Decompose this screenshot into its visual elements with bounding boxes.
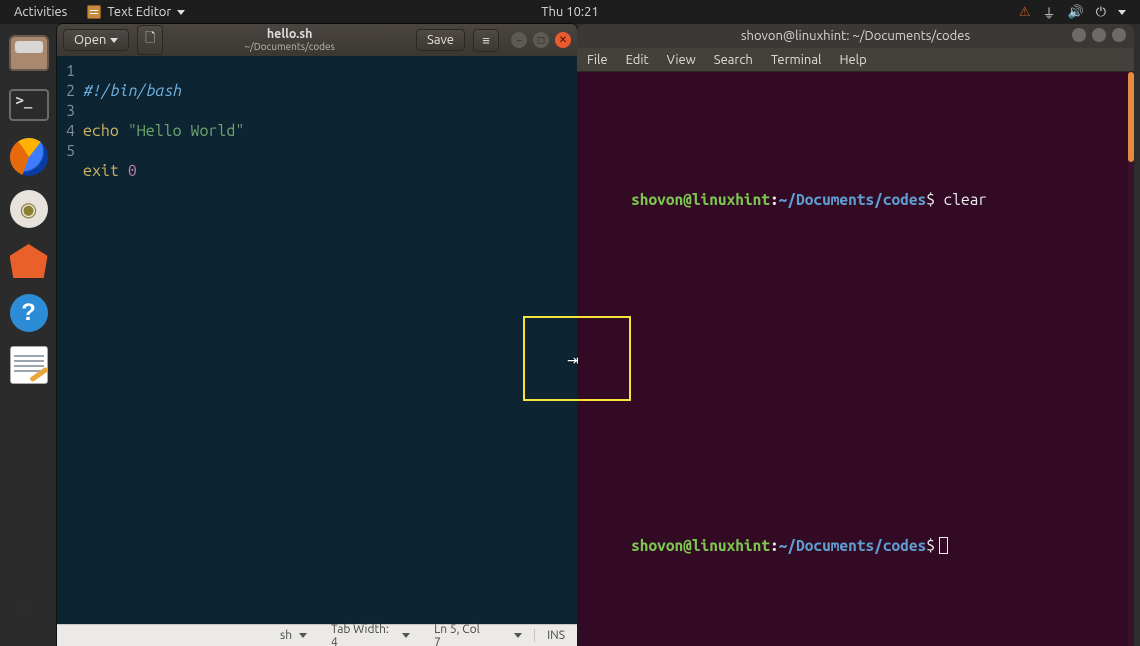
terminal-title: shovon@linuxhint: ~/Documents/codes xyxy=(741,29,970,43)
document-title: hello.sh xyxy=(171,28,408,42)
new-tab-button[interactable]: 🗋 xyxy=(137,25,163,55)
files-icon xyxy=(9,35,49,71)
code-shebang: #!/bin/bash xyxy=(83,82,182,100)
dock-terminal[interactable] xyxy=(8,84,50,126)
maximize-button[interactable]: ◻ xyxy=(533,32,549,48)
volume-icon: 🔊 xyxy=(1068,5,1084,20)
hamburger-icon: ≡ xyxy=(482,33,490,48)
terminal-command: clear xyxy=(944,191,987,208)
power-icon: ⏻ xyxy=(1096,5,1106,20)
dock-help[interactable]: ? xyxy=(8,292,50,334)
prompt-sep: : xyxy=(770,537,779,554)
menu-view[interactable]: View xyxy=(667,53,696,67)
scrollbar-thumb[interactable] xyxy=(1128,72,1134,162)
dock-files[interactable] xyxy=(8,32,50,74)
gnome-top-bar: Activities Text Editor Thu 10:21 ⚠ ⏚ 🔊 ⏻ xyxy=(0,0,1140,24)
app-menu[interactable]: Text Editor xyxy=(81,5,191,19)
line-number-gutter: 1 2 3 4 5 xyxy=(57,56,79,624)
window-controls: – ◻ ✕ xyxy=(511,32,571,48)
dock: ◉ ? xyxy=(0,24,57,646)
menu-edit[interactable]: Edit xyxy=(626,53,649,67)
gedit-window: Open 🗋 hello.sh ~/Documents/codes Save ≡… xyxy=(57,24,577,646)
hamburger-menu-button[interactable]: ≡ xyxy=(473,29,499,52)
prompt-sep: : xyxy=(770,191,779,208)
terminal-titlebar: shovon@linuxhint: ~/Documents/codes xyxy=(577,24,1134,48)
code-content[interactable]: #!/bin/bash echo "Hello World" exit 0 xyxy=(79,56,577,624)
document-path: ~/Documents/codes xyxy=(171,41,408,52)
menu-file[interactable]: File xyxy=(587,53,608,67)
prompt-symbol: $ xyxy=(926,537,935,554)
terminal-body[interactable]: shovon@linuxhint:~/Documents/codes$ clea… xyxy=(577,72,1128,646)
system-tray[interactable]: ⚠ ⏚ 🔊 ⏻ xyxy=(1019,3,1140,22)
dock-rhythmbox[interactable]: ◉ xyxy=(8,188,50,230)
save-button[interactable]: Save xyxy=(416,29,465,51)
code-string: "Hello World" xyxy=(128,122,244,140)
chevron-down-icon xyxy=(1118,10,1126,15)
dock-software[interactable] xyxy=(8,240,50,282)
terminal-cursor xyxy=(939,537,948,554)
editor-area[interactable]: 1 2 3 4 5 #!/bin/bash echo "Hello World"… xyxy=(57,56,577,624)
rhythmbox-icon: ◉ xyxy=(10,190,48,228)
menu-help[interactable]: Help xyxy=(839,53,866,67)
menu-terminal[interactable]: Terminal xyxy=(771,53,822,67)
dock-firefox[interactable] xyxy=(8,136,50,178)
open-label: Open xyxy=(74,33,106,47)
code-number: 0 xyxy=(128,162,137,180)
warning-icon: ⚠ xyxy=(1019,5,1031,20)
new-document-icon: 🗋 xyxy=(145,29,155,51)
code-keyword: echo xyxy=(83,122,119,140)
line-number: 2 xyxy=(57,81,75,101)
insert-mode[interactable]: INS xyxy=(534,629,577,642)
dock-text-editor[interactable] xyxy=(8,344,50,386)
line-number: 4 xyxy=(57,121,75,141)
firefox-icon xyxy=(10,138,48,176)
network-icon: ⏚ xyxy=(1043,3,1056,22)
gedit-title-area: hello.sh ~/Documents/codes xyxy=(171,28,408,53)
prompt-symbol: $ xyxy=(926,191,935,208)
code-keyword: exit xyxy=(83,162,119,180)
prompt-user: shovon@linuxhint xyxy=(631,191,770,208)
gedit-statusbar: sh Tab Width: 4 Ln 5, Col 7 INS xyxy=(57,624,577,646)
resize-cursor-icon: ⇥ xyxy=(567,352,579,369)
cursor-position: Ln 5, Col 7 xyxy=(422,623,499,646)
chevron-down-icon xyxy=(110,38,118,43)
close-button[interactable] xyxy=(1112,28,1126,42)
terminal-scrollbar[interactable] xyxy=(1128,72,1134,646)
terminal-icon xyxy=(9,89,49,121)
clock[interactable]: Thu 10:21 xyxy=(541,5,599,19)
tab-width-selector[interactable]: Tab Width: 4 xyxy=(319,623,422,646)
menu-search[interactable]: Search xyxy=(714,53,753,67)
software-center-icon xyxy=(10,244,48,278)
statusbar-menu[interactable] xyxy=(499,633,534,638)
terminal-menubar: File Edit View Search Terminal Help xyxy=(577,48,1134,72)
prompt-path: ~/Documents/codes xyxy=(779,191,927,208)
language-selector[interactable]: sh xyxy=(268,629,319,642)
show-applications-button[interactable] xyxy=(11,596,47,632)
minimize-button[interactable]: – xyxy=(511,32,527,48)
maximize-button[interactable] xyxy=(1092,28,1106,42)
line-number: 1 xyxy=(57,61,75,81)
line-number: 3 xyxy=(57,101,75,121)
help-icon: ? xyxy=(10,294,48,332)
open-button[interactable]: Open xyxy=(63,29,129,51)
close-button[interactable]: ✕ xyxy=(555,32,571,48)
chevron-down-icon xyxy=(177,10,185,15)
activities-button[interactable]: Activities xyxy=(0,5,81,19)
prompt-path: ~/Documents/codes xyxy=(779,537,927,554)
minimize-button[interactable] xyxy=(1072,28,1086,42)
app-menu-label: Text Editor xyxy=(107,5,171,19)
gedit-headerbar: Open 🗋 hello.sh ~/Documents/codes Save ≡… xyxy=(57,24,577,56)
prompt-user: shovon@linuxhint xyxy=(631,537,770,554)
text-editor-icon xyxy=(10,346,48,384)
text-editor-icon xyxy=(87,5,101,19)
terminal-window: shovon@linuxhint: ~/Documents/codes File… xyxy=(577,24,1134,646)
line-number: 5 xyxy=(57,141,75,161)
